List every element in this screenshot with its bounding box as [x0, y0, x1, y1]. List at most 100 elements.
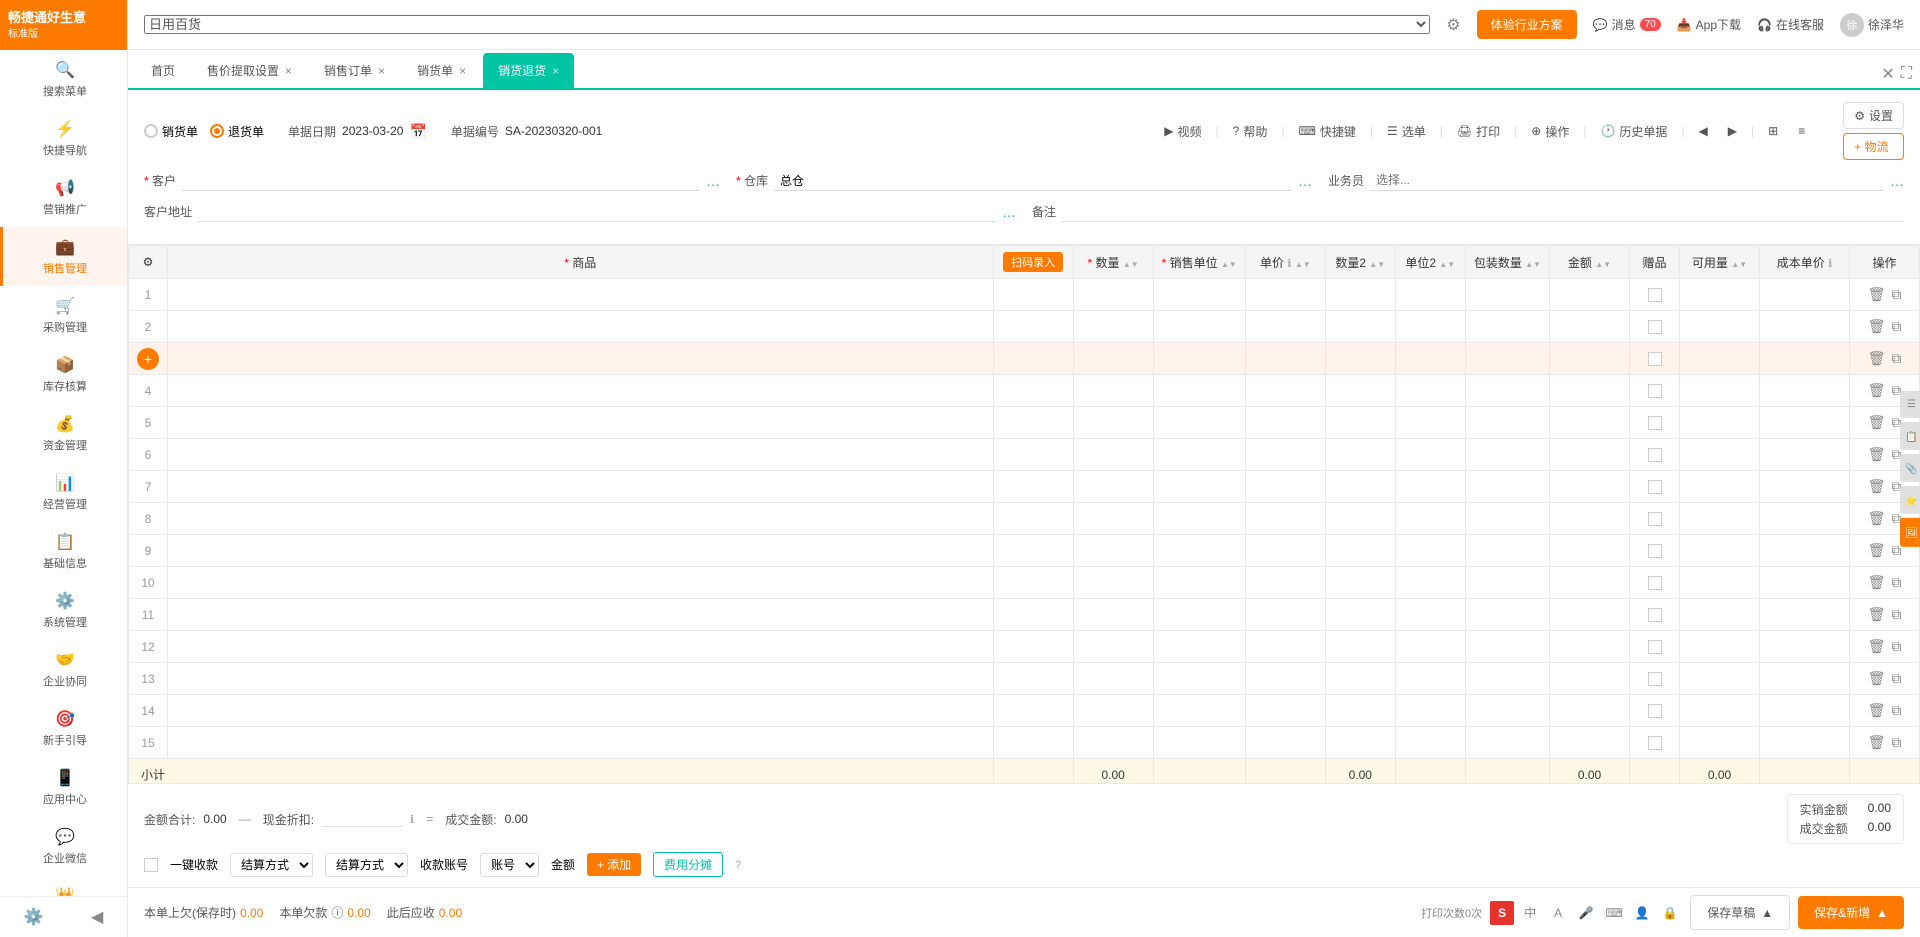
copy-icon-13[interactable]: ⧉: [1891, 670, 1901, 687]
gift-checkbox-2[interactable]: [1648, 320, 1662, 334]
amount-cell-15[interactable]: [1550, 727, 1630, 759]
quantity2-cell-5[interactable]: [1325, 407, 1395, 439]
product-cell-2[interactable]: [168, 311, 994, 343]
toolbar-nav-next[interactable]: ▶: [1722, 121, 1743, 141]
unit2-sort[interactable]: ▲▼: [1439, 260, 1455, 269]
user-btn[interactable]: 徐 徐泽华: [1840, 13, 1904, 37]
staff-input[interactable]: [1370, 170, 1884, 191]
gift-checkbox-9[interactable]: [1648, 544, 1662, 558]
sidebar-item-appstore[interactable]: 📱 应用中心: [0, 758, 127, 817]
product-input-7[interactable]: [176, 480, 985, 494]
gift-checkbox-5[interactable]: [1648, 416, 1662, 430]
fee-split-info[interactable]: ?: [735, 859, 741, 871]
product-input-4[interactable]: [176, 384, 985, 398]
quantity2-cell-3[interactable]: [1325, 343, 1395, 375]
toolbar-operation[interactable]: ⊕ 操作: [1525, 120, 1575, 143]
warehouse-input[interactable]: [774, 170, 1292, 191]
unit2-cell-3[interactable]: [1395, 343, 1465, 375]
product-cell-12[interactable]: [168, 631, 994, 663]
quantity2-cell-10[interactable]: [1325, 567, 1395, 599]
right-float-1[interactable]: ☰: [1900, 390, 1920, 417]
calendar-icon[interactable]: 📅: [409, 123, 426, 140]
product-input-1[interactable]: [176, 288, 985, 302]
pack-qty-cell-10[interactable]: [1465, 567, 1549, 599]
form-settings-btn[interactable]: ⚙ 设置: [1843, 102, 1904, 129]
tab-price-setting[interactable]: 售价提取设置 ×: [192, 53, 307, 88]
add-row-btn[interactable]: +: [137, 348, 159, 370]
icon-lock[interactable]: 🔒: [1658, 901, 1682, 925]
delete-icon-12[interactable]: 🗑: [1868, 638, 1886, 655]
unit2-cell-11[interactable]: [1395, 599, 1465, 631]
amount-cell-6[interactable]: [1550, 439, 1630, 471]
icon-mic[interactable]: 🎤: [1574, 901, 1598, 925]
delete-icon-1[interactable]: 🗑: [1868, 286, 1886, 303]
pack-sort[interactable]: ▲▼: [1525, 260, 1541, 269]
pack-qty-cell-8[interactable]: [1465, 503, 1549, 535]
pack-qty-cell-4[interactable]: [1465, 375, 1549, 407]
quantity-cell-5[interactable]: [1073, 407, 1153, 439]
quantity2-cell-15[interactable]: [1325, 727, 1395, 759]
customer-input[interactable]: [182, 170, 700, 191]
quantity2-cell-14[interactable]: [1325, 695, 1395, 727]
unit-cell-1[interactable]: [1153, 279, 1245, 311]
copy-icon-10[interactable]: ⧉: [1891, 574, 1901, 591]
delete-icon-8[interactable]: 🗑: [1868, 510, 1886, 527]
quantity2-cell-1[interactable]: [1325, 279, 1395, 311]
address-select-icon[interactable]: …: [1002, 204, 1016, 220]
unit2-cell-13[interactable]: [1395, 663, 1465, 695]
pack-qty-cell-5[interactable]: [1465, 407, 1549, 439]
unit-price-info-icon[interactable]: ℹ: [1287, 258, 1291, 270]
copy-icon-3[interactable]: ⧉: [1891, 350, 1901, 367]
delete-icon-9[interactable]: 🗑: [1868, 542, 1886, 559]
pack-qty-cell-9[interactable]: [1465, 535, 1549, 567]
save-draft-btn[interactable]: 保存草稿 ▲: [1690, 895, 1790, 930]
quantity-input-6[interactable]: [1082, 448, 1145, 462]
copy-icon-11[interactable]: ⧉: [1891, 606, 1901, 623]
delete-icon-5[interactable]: 🗑: [1868, 414, 1886, 431]
quantity-cell-14[interactable]: [1073, 695, 1153, 727]
quantity2-cell-11[interactable]: [1325, 599, 1395, 631]
sidebar-item-finance[interactable]: 💰 资金管理: [0, 404, 127, 463]
gift-cell-5[interactable]: [1630, 407, 1680, 439]
quantity-cell-2[interactable]: [1073, 311, 1153, 343]
unit-price-cell-15[interactable]: [1245, 727, 1325, 759]
pack-qty-cell-13[interactable]: [1465, 663, 1549, 695]
quantity2-cell-7[interactable]: [1325, 471, 1395, 503]
product-cell-11[interactable]: [168, 599, 994, 631]
quantity-input-4[interactable]: [1082, 384, 1145, 398]
right-float-5[interactable]: 🖼: [1900, 518, 1920, 547]
quantity-input-9[interactable]: [1082, 544, 1145, 558]
pack-qty-cell-1[interactable]: [1465, 279, 1549, 311]
toolbar-shortcut[interactable]: ⌨ 快捷键: [1293, 120, 1362, 143]
unit2-cell-10[interactable]: [1395, 567, 1465, 599]
gift-checkbox-15[interactable]: [1648, 736, 1662, 750]
copy-icon-12[interactable]: ⧉: [1891, 638, 1901, 655]
product-cell-14[interactable]: [168, 695, 994, 727]
amount-cell-8[interactable]: [1550, 503, 1630, 535]
staff-select-icon[interactable]: …: [1890, 173, 1904, 189]
delete-icon-7[interactable]: 🗑: [1868, 478, 1886, 495]
product-cell-13[interactable]: [168, 663, 994, 695]
quantity-cell-8[interactable]: [1073, 503, 1153, 535]
quantity-input-3[interactable]: [1082, 352, 1145, 366]
unit2-cell-7[interactable]: [1395, 471, 1465, 503]
quantity-cell-12[interactable]: [1073, 631, 1153, 663]
app-download-btn[interactable]: 📥 App下载: [1677, 16, 1741, 33]
unit-sort[interactable]: ▲▼: [1221, 260, 1237, 269]
save-new-btn[interactable]: 保存&新增 ▲: [1798, 896, 1904, 929]
amount-cell-14[interactable]: [1550, 695, 1630, 727]
icon-s[interactable]: S: [1490, 901, 1514, 925]
account-select[interactable]: 账号: [480, 853, 539, 877]
quantity-input-10[interactable]: [1082, 576, 1145, 590]
messages-btn[interactable]: 💬 消息 70: [1593, 16, 1661, 33]
gift-checkbox-11[interactable]: [1648, 608, 1662, 622]
toolbar-print[interactable]: 🖨 打印: [1451, 120, 1506, 143]
barcode-scan-btn[interactable]: 扫码录入: [1003, 252, 1063, 272]
calc-method-select[interactable]: 结算方式: [325, 853, 408, 877]
unit-price-cell-10[interactable]: [1245, 567, 1325, 599]
icon-keyboard[interactable]: ⌨: [1602, 901, 1626, 925]
available-sort[interactable]: ▲▼: [1731, 260, 1747, 269]
industry-select[interactable]: 日用百货: [144, 15, 1430, 34]
unit-cell-14[interactable]: [1153, 695, 1245, 727]
delete-icon-2[interactable]: 🗑: [1868, 318, 1886, 335]
